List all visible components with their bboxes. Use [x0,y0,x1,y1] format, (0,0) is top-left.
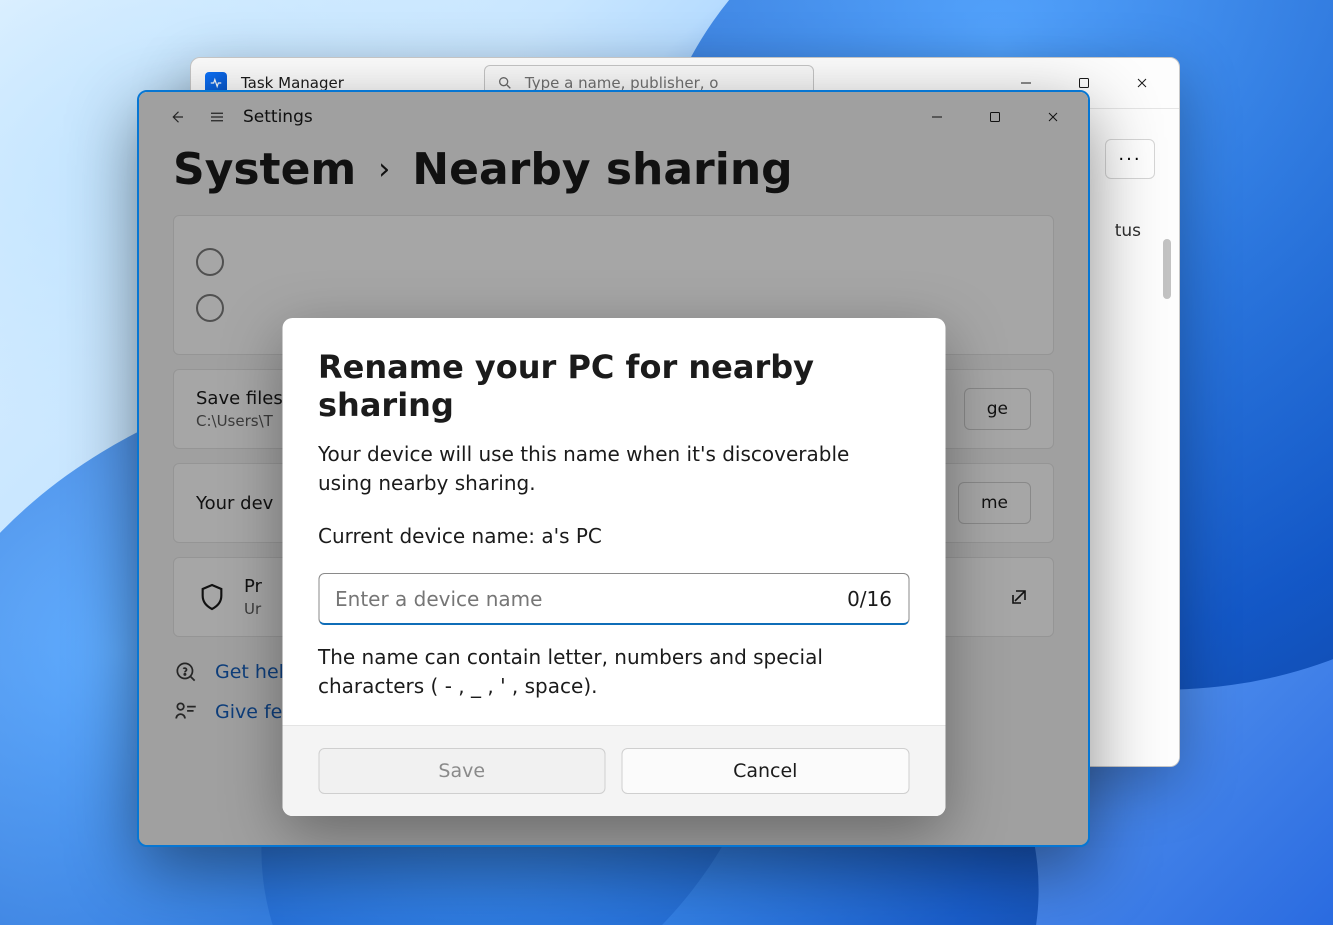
breadcrumb-page: Nearby sharing [412,144,792,195]
shield-icon [196,581,228,613]
cancel-button[interactable]: Cancel [622,748,910,794]
radio-option-icon[interactable] [196,248,224,276]
privacy-sub: Ur [244,600,262,618]
search-icon [497,75,513,91]
back-button[interactable] [157,97,197,137]
settings-maximize-button[interactable] [966,97,1024,137]
settings-window-controls [908,97,1082,137]
rename-pc-dialog: Rename your PC for nearby sharing Your d… [282,318,945,816]
chevron-right-icon: › [378,152,390,187]
nav-menu-button[interactable] [197,97,237,137]
change-location-button[interactable]: ge [964,388,1031,430]
save-files-title: Save files [196,388,283,409]
char-counter: 0/16 [847,587,892,611]
rename-button[interactable]: me [958,482,1031,524]
current-device-name: Current device name: a's PC [318,522,909,551]
device-name-title: Your dev [196,493,273,514]
dialog-description: Your device will use this name when it's… [318,440,909,498]
task-manager-scrollbar[interactable] [1163,239,1171,299]
settings-window: Settings System › Nearby sharing Save f [137,90,1090,847]
settings-titlebar: Settings [139,92,1088,142]
save-files-path: C:\Users\T [196,412,283,430]
open-external-icon [1007,585,1031,609]
help-icon [173,659,199,685]
task-manager-more-button[interactable]: ··· [1105,139,1155,179]
task-manager-status-header: tus [1115,221,1141,241]
radio-option-icon[interactable] [196,294,224,322]
desktop-wallpaper: Task Manager Type a name, publisher, o ·… [0,0,1333,925]
save-button[interactable]: Save [318,748,606,794]
device-name-field[interactable]: 0/16 [318,573,909,625]
breadcrumb-root[interactable]: System [173,144,356,195]
dialog-actions: Save Cancel [282,725,945,816]
privacy-title: Pr [244,576,262,597]
settings-close-button[interactable] [1024,97,1082,137]
feedback-icon [173,699,199,725]
task-manager-close-button[interactable] [1113,63,1171,103]
arrow-left-icon [168,108,186,126]
dialog-title: Rename your PC for nearby sharing [318,348,909,424]
hamburger-icon [208,108,226,126]
settings-minimize-button[interactable] [908,97,966,137]
dialog-hint: The name can contain letter, numbers and… [318,643,909,701]
device-name-input[interactable] [335,587,847,611]
settings-title: Settings [243,107,313,127]
breadcrumb: System › Nearby sharing [139,142,1088,195]
